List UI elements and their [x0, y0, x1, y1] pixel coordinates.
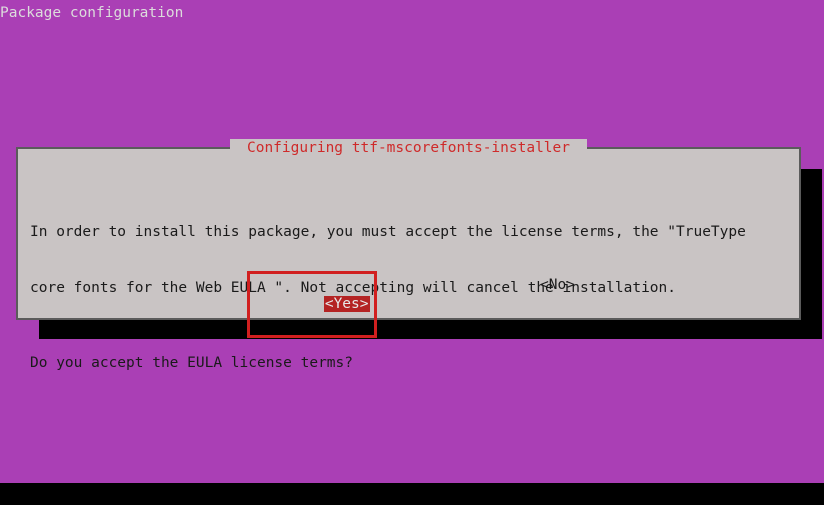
dialog-button-row: <Yes> <No> — [18, 276, 799, 300]
yes-button[interactable]: <Yes> — [324, 296, 370, 312]
no-button[interactable]: <No> — [540, 276, 575, 295]
yes-button-highlight: <Yes> — [247, 271, 377, 338]
config-dialog: Configuring ttf-mscorefonts-installer In… — [16, 147, 801, 320]
dialog-question: Do you accept the EULA license terms? — [30, 354, 787, 373]
terminal-screen: Package configuration Configuring ttf-ms… — [0, 0, 824, 483]
dialog-title: Configuring ttf-mscorefonts-installer — [230, 139, 586, 158]
dialog-title-wrap: Configuring ttf-mscorefonts-installer — [18, 139, 799, 158]
dialog-text-line: In order to install this package, you mu… — [30, 223, 787, 242]
screen-title: Package configuration — [0, 4, 183, 23]
